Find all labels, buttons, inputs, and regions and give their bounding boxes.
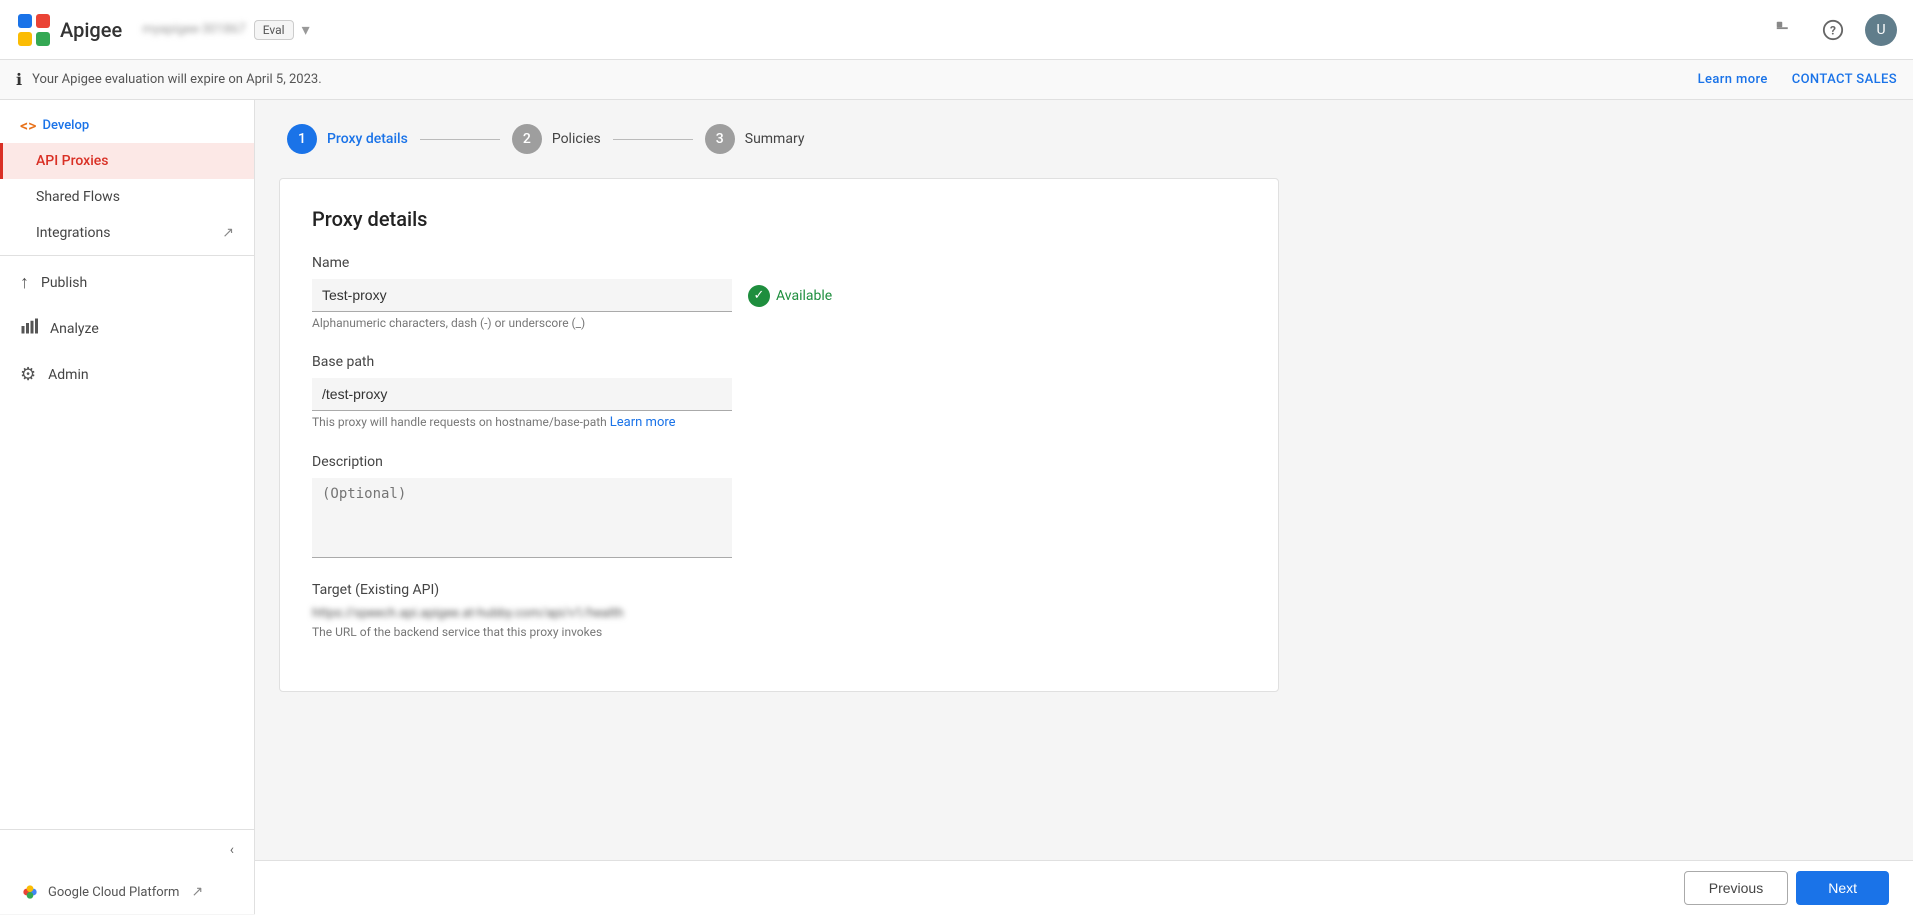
gcp-external-link-icon: ↗ — [191, 884, 203, 900]
name-input-row: ✓ Available — [312, 279, 1246, 312]
step-2-label: Policies — [552, 131, 601, 147]
external-link-icon: ↗ — [222, 225, 234, 241]
step-3: 3 Summary — [705, 124, 805, 154]
banner: ℹ Your Apigee evaluation will expire on … — [0, 60, 1913, 100]
sidebar-integrations-label: Integrations — [36, 225, 110, 241]
help-icon[interactable]: ? — [1817, 14, 1849, 46]
next-button[interactable]: Next — [1796, 871, 1889, 905]
gcp-label: Google Cloud Platform — [48, 885, 179, 900]
apigee-logo-icon — [16, 12, 52, 48]
learn-more-link[interactable]: Learn more — [610, 415, 676, 430]
app-name: Apigee — [60, 18, 122, 42]
name-field: Name ✓ Available Alphanumeric characters… — [312, 255, 1246, 330]
sidebar-api-proxies-label: API Proxies — [36, 153, 108, 169]
gear-icon: ⚙ — [20, 364, 36, 385]
base-path-field: Base path This proxy will handle request… — [312, 354, 1246, 430]
target-label: Target (Existing API) — [312, 582, 1246, 598]
name-input[interactable] — [312, 279, 732, 312]
step-connector-1-2 — [420, 139, 500, 140]
step-3-number: 3 — [716, 131, 724, 147]
gcp-logo-icon — [20, 882, 40, 902]
step-2: 2 Policies — [512, 124, 601, 154]
sidebar-develop-label: Develop — [42, 118, 89, 133]
description-label: Description — [312, 454, 1246, 470]
step-1: 1 Proxy details — [287, 124, 408, 154]
top-nav-right: ? U — [1769, 14, 1897, 46]
sidebar: <> Develop API Proxies Shared Flows Inte… — [0, 100, 255, 914]
sidebar-item-analyze[interactable]: Analyze — [0, 305, 254, 352]
step-connector-2-3 — [613, 139, 693, 140]
chevron-down-icon[interactable]: ▾ — [302, 20, 310, 39]
base-path-hint: This proxy will handle requests on hostn… — [312, 415, 1246, 430]
card-title: Proxy details — [312, 207, 1246, 231]
sidebar-footer: ‹ Google Cloud Platform ↗ — [0, 829, 254, 914]
step-1-number: 1 — [298, 131, 306, 147]
content-area: 1 Proxy details 2 Policies 3 Summary Pro — [255, 100, 1913, 914]
description-field: Description — [312, 454, 1246, 558]
base-path-label: Base path — [312, 354, 1246, 370]
avatar[interactable]: U — [1865, 14, 1897, 46]
sidebar-gcp[interactable]: Google Cloud Platform ↗ — [0, 870, 254, 914]
base-path-hint-text: This proxy will handle requests on hostn… — [312, 415, 607, 429]
sidebar-analyze-label: Analyze — [50, 321, 99, 337]
analyze-icon — [20, 317, 38, 340]
org-name: myapigee-301867 — [142, 22, 246, 37]
bottom-nav: Previous Next — [255, 860, 1913, 915]
sidebar-divider-1 — [0, 255, 254, 256]
check-icon: ✓ — [748, 285, 770, 307]
code-icon: <> — [20, 116, 36, 135]
available-badge: ✓ Available — [748, 285, 832, 307]
sidebar-item-publish[interactable]: ↑ Publish — [0, 260, 254, 305]
learn-more-link[interactable]: Learn more — [1698, 72, 1768, 87]
sidebar-shared-flows-label: Shared Flows — [36, 189, 120, 205]
target-field: Target (Existing API) https://speech.api… — [312, 582, 1246, 639]
publish-icon: ↑ — [20, 272, 29, 293]
banner-links: Learn more CONTACT SALES — [1698, 72, 1897, 87]
sidebar-admin-label: Admin — [48, 367, 88, 383]
target-hint: The URL of the backend service that this… — [312, 625, 1246, 639]
notifications-icon[interactable] — [1769, 14, 1801, 46]
step-2-circle: 2 — [512, 124, 542, 154]
proxy-details-card: Proxy details Name ✓ Available Alphanume… — [279, 178, 1279, 692]
target-value-blurred: https://speech.api.apigee.at-hubby.com/a… — [312, 606, 1246, 621]
name-label: Name — [312, 255, 1246, 271]
stepper: 1 Proxy details 2 Policies 3 Summary — [279, 124, 1889, 154]
sidebar-publish-label: Publish — [41, 275, 87, 291]
collapse-icon: ‹ — [230, 842, 234, 858]
step-2-number: 2 — [523, 131, 531, 147]
available-label: Available — [776, 288, 832, 304]
description-input[interactable] — [312, 478, 732, 558]
base-path-input[interactable] — [312, 378, 732, 411]
svg-text:?: ? — [1830, 23, 1836, 37]
previous-button[interactable]: Previous — [1684, 871, 1788, 905]
sidebar-item-api-proxies[interactable]: API Proxies — [0, 143, 254, 179]
eval-badge[interactable]: Eval — [254, 20, 294, 40]
sidebar-item-integrations[interactable]: Integrations ↗ — [0, 215, 254, 251]
step-1-circle: 1 — [287, 124, 317, 154]
org-info: myapigee-301867 Eval ▾ — [142, 20, 309, 40]
sidebar-develop-header[interactable]: <> Develop — [0, 100, 254, 143]
top-nav: Apigee myapigee-301867 Eval ▾ ? U — [0, 0, 1913, 60]
info-icon: ℹ — [16, 70, 22, 89]
step-3-label: Summary — [745, 131, 805, 147]
main-layout: <> Develop API Proxies Shared Flows Inte… — [0, 100, 1913, 914]
step-1-label: Proxy details — [327, 131, 408, 147]
sidebar-item-admin[interactable]: ⚙ Admin — [0, 352, 254, 397]
app-logo[interactable]: Apigee — [16, 12, 122, 48]
banner-message: Your Apigee evaluation will expire on Ap… — [32, 72, 322, 87]
sidebar-item-shared-flows[interactable]: Shared Flows — [0, 179, 254, 215]
contact-sales-link[interactable]: CONTACT SALES — [1792, 72, 1897, 87]
sidebar-collapse-button[interactable]: ‹ — [0, 830, 254, 870]
name-hint: Alphanumeric characters, dash (-) or und… — [312, 316, 1246, 330]
step-3-circle: 3 — [705, 124, 735, 154]
